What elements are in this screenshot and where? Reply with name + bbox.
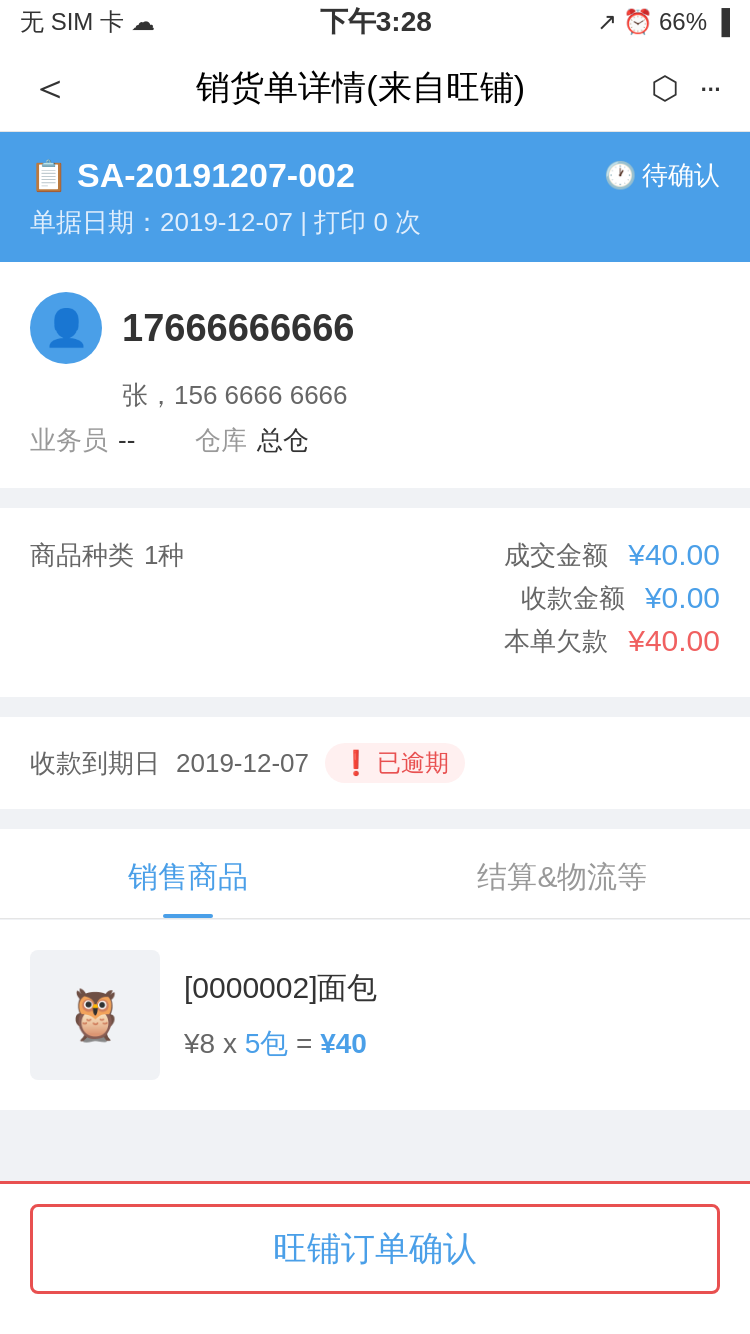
amounts-section: 成交金额 ¥40.00 收款金额 ¥0.00 本单欠款 ¥40.00: [504, 538, 720, 667]
product-name: [0000002]面包: [184, 968, 720, 1009]
payment-amount-value: ¥0.00: [645, 581, 720, 616]
order-icon: 📋: [30, 158, 67, 193]
warning-icon: ❗: [341, 749, 371, 777]
customer-phone: 17666666666: [122, 307, 354, 350]
warehouse-value: 总仓: [257, 423, 309, 458]
status-bar: 无 SIM 卡 ☁ 下午3:28 ↗ ⏰ 66% ▐: [0, 0, 750, 44]
deal-amount-value: ¥40.00: [628, 538, 720, 573]
product-logo-icon: 🦉: [64, 986, 126, 1044]
avatar: 👤: [30, 292, 102, 364]
customer-name: 张，156 6666 6666: [122, 378, 720, 413]
overdue-label: 已逾期: [377, 747, 449, 779]
clock-icon: 🕐: [604, 160, 636, 191]
payment-amount-label: 收款金额: [521, 581, 625, 616]
deal-amount-label: 成交金额: [504, 538, 608, 573]
tab-sales[interactable]: 销售商品: [0, 829, 375, 918]
battery-icon: ▐: [713, 8, 730, 36]
location-icon: ↗: [597, 8, 617, 36]
share-icon[interactable]: ⬡: [651, 69, 679, 107]
owed-amount-label: 本单欠款: [504, 624, 608, 659]
due-date-value: 2019-12-07: [176, 748, 309, 779]
person-icon: 👤: [44, 307, 89, 349]
alarm-icon: ⏰: [623, 8, 653, 36]
more-icon[interactable]: ···: [699, 69, 720, 106]
battery-status: 66%: [659, 8, 707, 36]
customer-meta: 业务员 -- 仓库 总仓: [30, 423, 720, 458]
summary-card: 商品种类 1种 成交金额 ¥40.00 收款金额 ¥0.00 本单欠款 ¥40.…: [0, 508, 750, 697]
confirm-order-button[interactable]: 旺铺订单确认: [30, 1204, 720, 1294]
status-time: 下午3:28: [320, 3, 432, 41]
product-types-label: 商品种类: [30, 538, 134, 573]
product-price: ¥8 x 5包 = ¥40: [184, 1025, 720, 1063]
price-base: ¥8 x: [184, 1028, 245, 1059]
product-info: [0000002]面包 ¥8 x 5包 = ¥40: [184, 968, 720, 1063]
product-item: 🦉 [0000002]面包 ¥8 x 5包 = ¥40: [0, 920, 750, 1110]
bottom-action-area: 旺铺订单确认: [0, 1181, 750, 1334]
price-qty: 5包: [245, 1028, 289, 1059]
order-id: 📋 SA-20191207-002: [30, 156, 355, 195]
order-date: 单据日期：2019-12-07 | 打印 0 次: [30, 205, 720, 240]
page-title: 销货单详情(来自旺铺): [196, 65, 525, 111]
due-date-label: 收款到期日: [30, 746, 160, 781]
price-equals: =: [288, 1028, 320, 1059]
nav-bar: ＜ 销货单详情(来自旺铺) ⬡ ···: [0, 44, 750, 132]
tabs: 销售商品 结算&物流等: [0, 829, 750, 919]
tab-settlement[interactable]: 结算&物流等: [375, 829, 750, 918]
status-right: ↗ ⏰ 66% ▐: [597, 8, 730, 36]
product-thumbnail: 🦉: [30, 950, 160, 1080]
sim-status: 无 SIM 卡 ☁: [20, 6, 155, 38]
product-types-value: 1种: [144, 538, 184, 573]
overdue-badge: ❗ 已逾期: [325, 743, 465, 783]
back-button[interactable]: ＜: [30, 60, 70, 115]
customer-card: 👤 17666666666 张，156 6666 6666 业务员 -- 仓库 …: [0, 262, 750, 488]
due-date-card: 收款到期日 2019-12-07 ❗ 已逾期: [0, 717, 750, 809]
order-status: 🕐 待确认: [604, 158, 720, 193]
owed-amount-value: ¥40.00: [628, 624, 720, 659]
price-total: ¥40: [320, 1028, 367, 1059]
nav-icons: ⬡ ···: [651, 69, 720, 107]
product-section: 🦉 [0000002]面包 ¥8 x 5包 = ¥40: [0, 920, 750, 1110]
warehouse-label: 仓库: [195, 423, 247, 458]
salesperson-value: --: [118, 425, 135, 456]
order-header: 📋 SA-20191207-002 🕐 待确认 单据日期：2019-12-07 …: [0, 132, 750, 262]
status-left: 无 SIM 卡 ☁: [20, 6, 155, 38]
salesperson-label: 业务员: [30, 423, 108, 458]
